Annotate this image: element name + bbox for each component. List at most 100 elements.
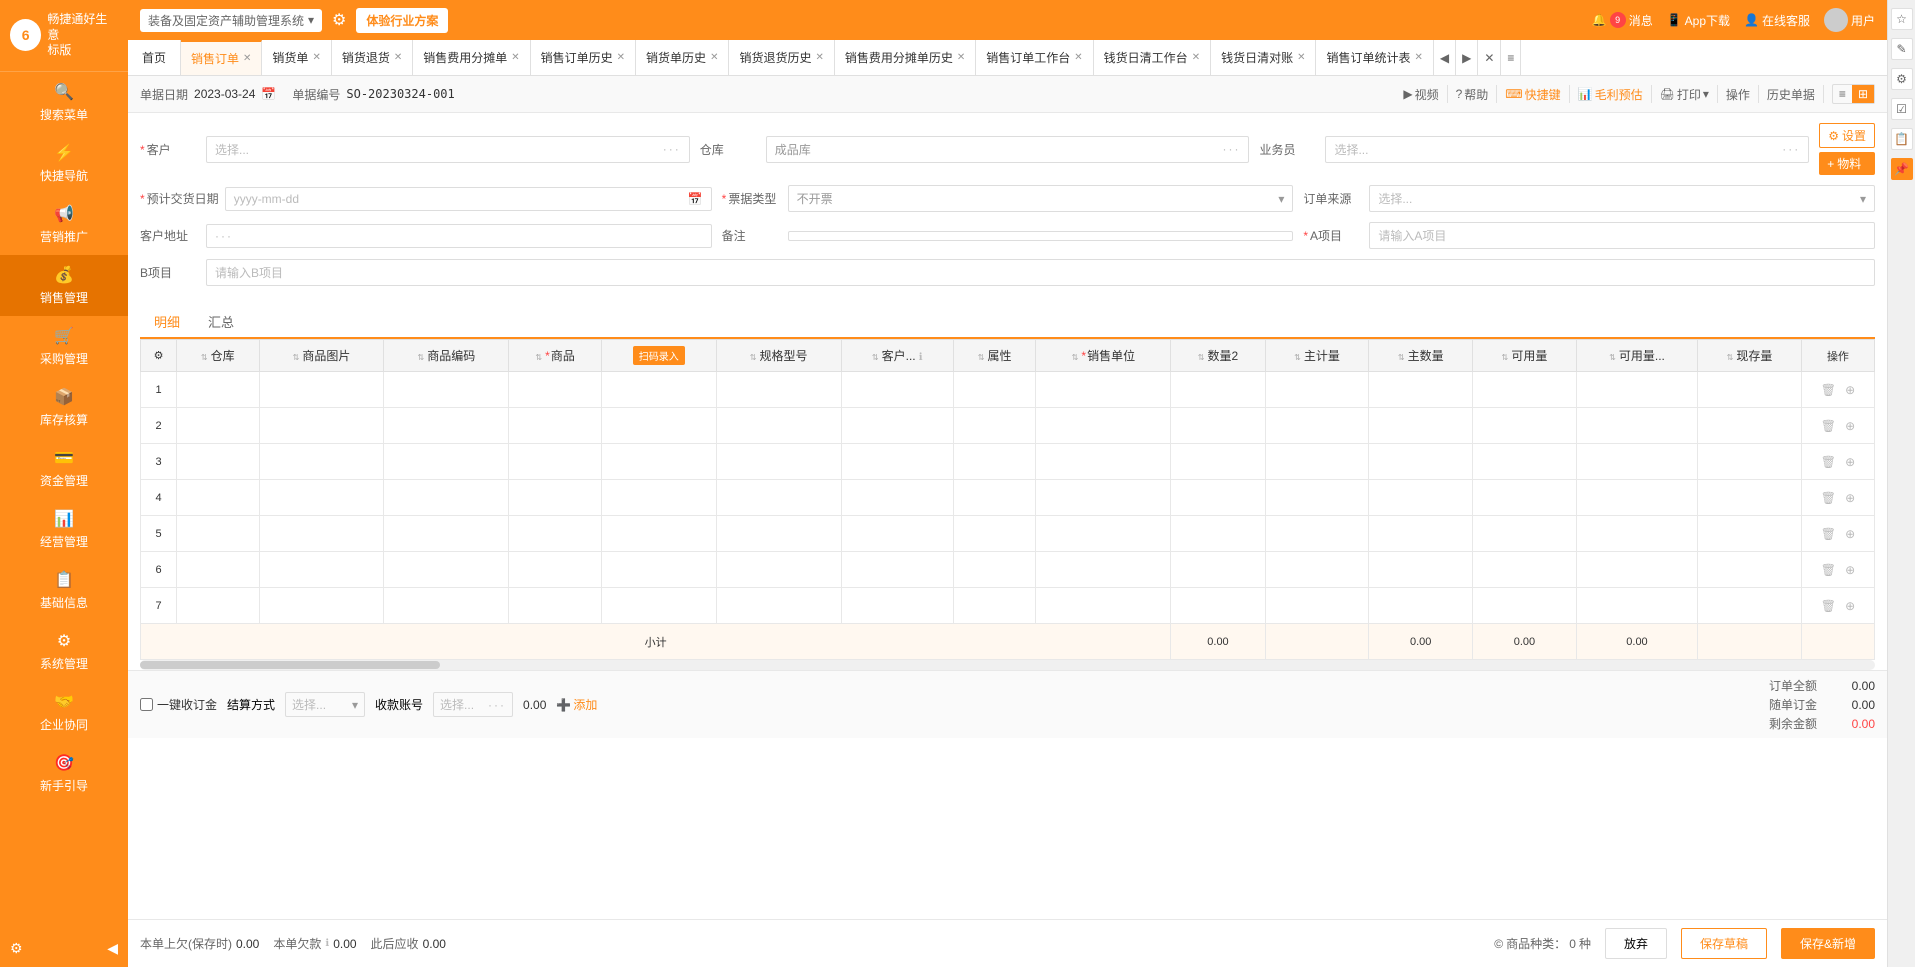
date-value[interactable]: 2023-03-24 (194, 87, 255, 101)
discard-btn[interactable]: 放弃 (1605, 928, 1667, 959)
cell-main-unit-3[interactable] (1265, 444, 1369, 480)
cell-code-6[interactable] (384, 552, 509, 588)
print-btn[interactable]: 🖨 打印 ▾ (1660, 86, 1709, 103)
tab-销售费用分摊单[interactable]: 销售费用分摊单✕ (413, 40, 530, 75)
cell-stock-5[interactable] (1698, 516, 1802, 552)
sidebar-item-资金管理[interactable]: 💳资金管理 (0, 438, 128, 499)
delete-icon-4[interactable]: 🗑 (1821, 491, 1836, 505)
cell-barcode-2[interactable] (601, 408, 716, 444)
cell-warehouse-4[interactable] (177, 480, 260, 516)
payment-method-select[interactable]: 选择... ▾ (285, 692, 365, 717)
cell-actions-6[interactable]: 🗑 ⊕ (1801, 552, 1874, 588)
customer-input[interactable]: 选择... ··· (206, 136, 690, 163)
address-input[interactable]: ··· (206, 224, 712, 248)
app-download[interactable]: 📱 App下载 (1667, 12, 1730, 29)
cell-warehouse-5[interactable] (177, 516, 260, 552)
tab-销售订单历史[interactable]: 销售订单历史✕ (531, 40, 636, 75)
cell-spec-7[interactable] (716, 588, 841, 624)
sidebar-item-企业协同[interactable]: 🤝企业协同 (0, 682, 128, 743)
cell-main-qty-7[interactable] (1369, 588, 1473, 624)
history-btn[interactable]: 历史单据 (1767, 86, 1815, 103)
cell-stock-3[interactable] (1698, 444, 1802, 480)
notes-input[interactable] (788, 231, 1294, 241)
cell-spec-3[interactable] (716, 444, 841, 480)
cell-qty2-4[interactable] (1171, 480, 1265, 516)
right-panel-clipboard[interactable]: 📋 (1891, 128, 1913, 150)
delete-icon-1[interactable]: 🗑 (1821, 383, 1836, 397)
sidebar-item-系统管理[interactable]: ⚙系统管理 (0, 621, 128, 682)
right-panel-star[interactable]: ☆ (1891, 8, 1913, 30)
cell-product-1[interactable] (509, 372, 602, 408)
cell-barcode-6[interactable] (601, 552, 716, 588)
cell-unit-5[interactable] (1036, 516, 1171, 552)
cell-available-5[interactable] (1473, 516, 1577, 552)
warehouse-input[interactable]: 成品库 ··· (766, 136, 1250, 163)
cell-main-qty-2[interactable] (1369, 408, 1473, 444)
cell-warehouse-2[interactable] (177, 408, 260, 444)
sidebar-item-库存核算[interactable]: 📦库存核算 (0, 377, 128, 438)
cell-warehouse-3[interactable] (177, 444, 260, 480)
cell-barcode-1[interactable] (601, 372, 716, 408)
cell-available-4[interactable] (1473, 480, 1577, 516)
cell-stock-1[interactable] (1698, 372, 1802, 408)
industry-btn[interactable]: 体验行业方案 (356, 8, 448, 33)
tab-summary[interactable]: 汇总 (194, 306, 248, 337)
cell-qty2-7[interactable] (1171, 588, 1265, 624)
shortcut-btn[interactable]: ⌨ 快捷键 (1505, 86, 1560, 103)
cell-actions-1[interactable]: 🗑 ⊕ (1801, 372, 1874, 408)
tab-钱货日清工作台[interactable]: 钱货日清工作台✕ (1094, 40, 1211, 75)
settings-icon[interactable]: ⚙ (332, 10, 346, 30)
cell-customer-code-2[interactable] (841, 408, 953, 444)
cell-actions-3[interactable]: 🗑 ⊕ (1801, 444, 1874, 480)
order-source-select[interactable]: 选择... ▾ (1369, 185, 1875, 212)
cell-spec-4[interactable] (716, 480, 841, 516)
right-panel-settings[interactable]: ⚙ (1891, 68, 1913, 90)
cell-unit-2[interactable] (1036, 408, 1171, 444)
cell-available2-7[interactable] (1576, 588, 1697, 624)
tab-close-2[interactable]: ✕ (312, 52, 320, 63)
copy-icon-2[interactable]: ⊕ (1845, 419, 1855, 433)
cell-main-unit-6[interactable] (1265, 552, 1369, 588)
cell-available2-4[interactable] (1576, 480, 1697, 516)
tab-close-4[interactable]: ✕ (511, 52, 519, 63)
cell-available-1[interactable] (1473, 372, 1577, 408)
th-settings[interactable]: ⚙ (141, 340, 177, 372)
cell-available2-3[interactable] (1576, 444, 1697, 480)
cell-unit-6[interactable] (1036, 552, 1171, 588)
cell-barcode-3[interactable] (601, 444, 716, 480)
cell-main-unit-7[interactable] (1265, 588, 1369, 624)
tab-close-all-btn[interactable]: ✕ (1478, 40, 1501, 75)
copy-icon-1[interactable]: ⊕ (1845, 383, 1855, 397)
tab-close-10[interactable]: ✕ (1192, 52, 1200, 63)
delete-icon-7[interactable]: 🗑 (1821, 599, 1836, 613)
cell-spec-1[interactable] (716, 372, 841, 408)
tab-close-5[interactable]: ✕ (617, 52, 625, 63)
cell-barcode-7[interactable] (601, 588, 716, 624)
tab-销货退货[interactable]: 销货退货✕ (332, 40, 413, 75)
cell-product-3[interactable] (509, 444, 602, 480)
cell-stock-2[interactable] (1698, 408, 1802, 444)
copy-icon-3[interactable]: ⊕ (1845, 455, 1855, 469)
cell-code-5[interactable] (384, 516, 509, 552)
cell-image-2[interactable] (259, 408, 384, 444)
tab-close-6[interactable]: ✕ (710, 52, 718, 63)
sidebar-item-基础信息[interactable]: 📋基础信息 (0, 560, 128, 621)
cell-available2-5[interactable] (1576, 516, 1697, 552)
cell-customer-code-7[interactable] (841, 588, 953, 624)
notifications[interactable]: 🔔 9 消息 (1592, 12, 1653, 29)
cell-product-6[interactable] (509, 552, 602, 588)
setup-btn[interactable]: ⚙ 设置 (1819, 123, 1875, 148)
b-project-input[interactable]: 请输入B项目 (206, 259, 1875, 286)
scrollbar-thumb[interactable] (140, 661, 440, 669)
cell-stock-4[interactable] (1698, 480, 1802, 516)
cell-attribute-3[interactable] (953, 444, 1036, 480)
table-scrollbar[interactable] (140, 660, 1875, 670)
add-btn[interactable]: ➕ 添加 (556, 696, 597, 713)
cell-attribute-4[interactable] (953, 480, 1036, 516)
tab-钱货日清对账[interactable]: 钱货日清对账✕ (1211, 40, 1316, 75)
view-btn[interactable]: ▶ 视频 (1403, 86, 1438, 103)
material-btn[interactable]: + 物料 (1819, 152, 1875, 175)
tab-close-7[interactable]: ✕ (815, 52, 823, 63)
cell-unit-4[interactable] (1036, 480, 1171, 516)
cell-warehouse-1[interactable] (177, 372, 260, 408)
